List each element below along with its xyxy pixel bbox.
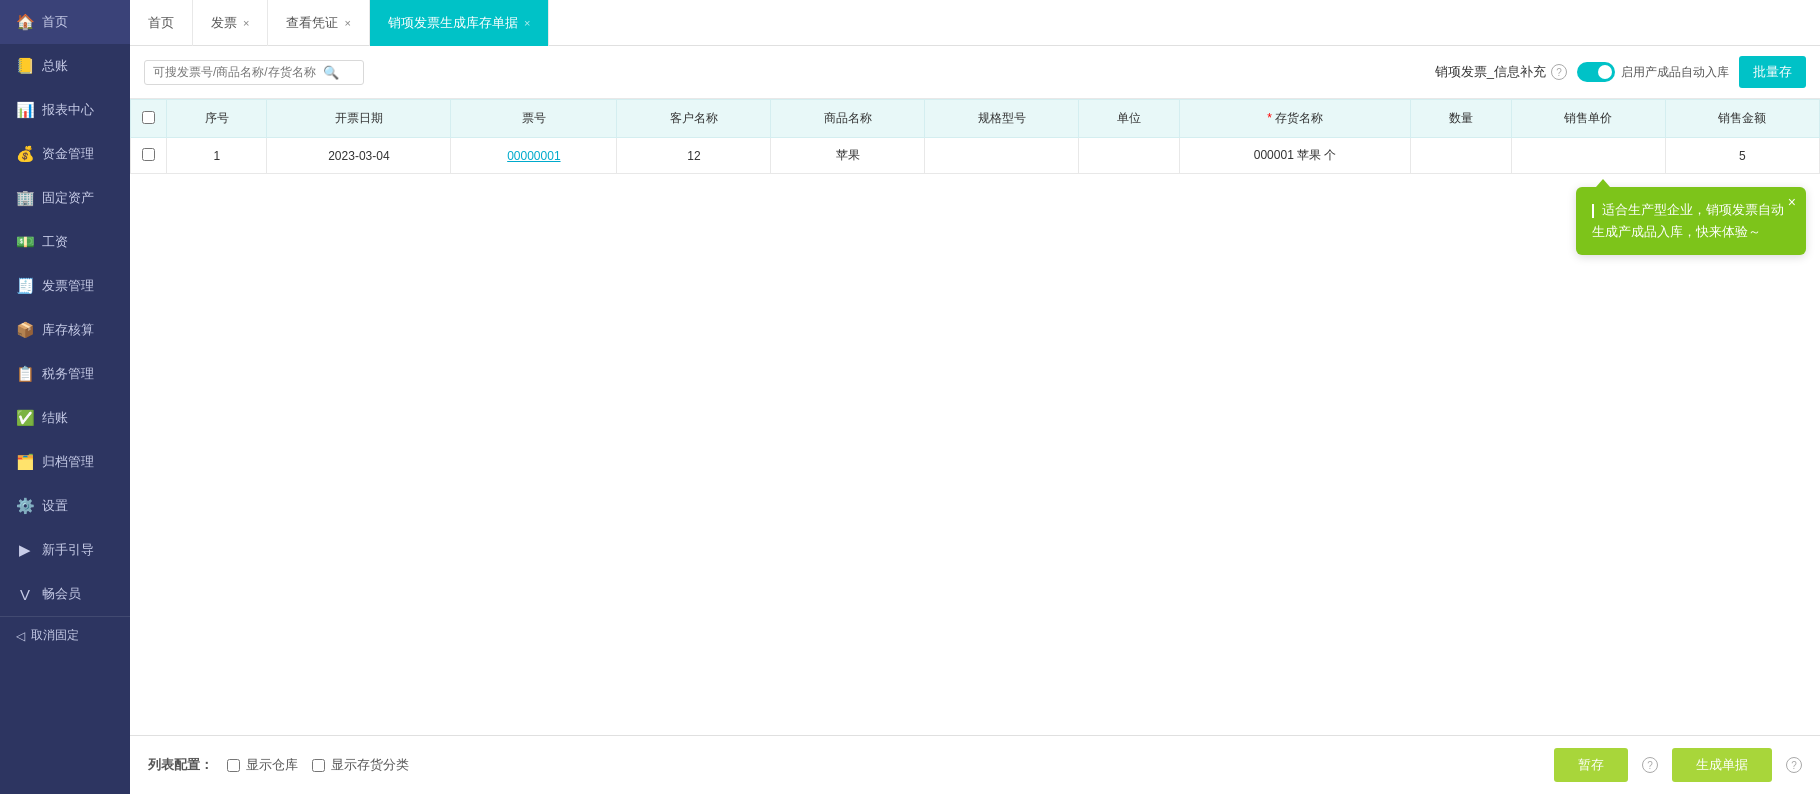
col-amount: 销售金额 — [1665, 100, 1819, 138]
col-seq: 序号 — [167, 100, 267, 138]
tab-sales-invoice[interactable]: 销项发票生成库存单据 × — [370, 0, 549, 46]
assets-icon: 🏢 — [16, 189, 34, 207]
row-model — [925, 138, 1079, 174]
sidebar-item-report-center[interactable]: 📊 报表中心 — [0, 88, 130, 132]
save-help-icon[interactable]: ? — [1642, 757, 1658, 773]
sidebar-item-fund-management[interactable]: 💰 资金管理 — [0, 132, 130, 176]
guide-icon: ▶ — [16, 541, 34, 559]
main-area: 首页 发票 × 查看凭证 × 销项发票生成库存单据 × 🔍 销项发票_信息补充 … — [130, 0, 1820, 794]
payroll-icon: 💵 — [16, 233, 34, 251]
save-button[interactable]: 暂存 — [1554, 748, 1628, 782]
show-category-checkbox[interactable] — [312, 759, 325, 772]
tab-invoice-close[interactable]: × — [243, 17, 249, 29]
col-model: 规格型号 — [925, 100, 1079, 138]
row-invoice-no[interactable]: 00000001 — [451, 138, 617, 174]
search-icon: 🔍 — [323, 65, 339, 80]
show-category-label: 显示存货分类 — [331, 756, 409, 774]
sidebar: 🏠 首页 📒 总账 📊 报表中心 💰 资金管理 🏢 固定资产 💵 工资 🧾 发票… — [0, 0, 130, 794]
row-amount: 5 — [1665, 138, 1819, 174]
col-product-name: 商品名称 — [771, 100, 925, 138]
sidebar-item-home[interactable]: 🏠 首页 — [0, 0, 130, 44]
tab-invoice[interactable]: 发票 × — [193, 0, 268, 46]
list-config-label: 列表配置： — [148, 756, 213, 774]
tab-bar: 首页 发票 × 查看凭证 × 销项发票生成库存单据 × — [130, 0, 1820, 46]
col-checkbox — [131, 100, 167, 138]
tooltip-close-button[interactable]: × — [1788, 195, 1796, 209]
row-inventory-name: 000001 苹果 个 — [1179, 138, 1411, 174]
info-label: 销项发票_信息补充 ? — [1435, 63, 1567, 81]
sidebar-item-invoice-management[interactable]: 🧾 发票管理 — [0, 264, 130, 308]
batch-save-button[interactable]: 批量存 — [1739, 56, 1806, 88]
row-unit-price — [1511, 138, 1665, 174]
show-category-group: 显示存货分类 — [312, 756, 409, 774]
tooltip-cursor — [1592, 204, 1594, 218]
sidebar-item-inventory[interactable]: 📦 库存核算 — [0, 308, 130, 352]
generate-help-icon[interactable]: ? — [1786, 757, 1802, 773]
col-inventory-name: 存货名称 — [1179, 100, 1411, 138]
pin-icon: ◁ — [16, 629, 25, 643]
invoice-icon: 🧾 — [16, 277, 34, 295]
sidebar-item-settlement[interactable]: ✅ 结账 — [0, 396, 130, 440]
tooltip-text: 适合生产型企业，销项发票自动生成产成品入库，快来体验～ — [1592, 202, 1784, 239]
row-customer: 12 — [617, 138, 771, 174]
tab-sales-invoice-close[interactable]: × — [524, 17, 530, 29]
row-product-name: 苹果 — [771, 138, 925, 174]
row-checkbox-cell — [131, 138, 167, 174]
inventory-icon: 📦 — [16, 321, 34, 339]
report-icon: 📊 — [16, 101, 34, 119]
row-quantity — [1411, 138, 1511, 174]
sidebar-item-settings[interactable]: ⚙️ 设置 — [0, 484, 130, 528]
sidebar-item-guide[interactable]: ▶ 新手引导 — [0, 528, 130, 572]
footer: 列表配置： 显示仓库 显示存货分类 暂存 ? 生成单据 ? — [130, 735, 1820, 794]
sidebar-item-general-ledger[interactable]: 📒 总账 — [0, 44, 130, 88]
content-area: 🔍 销项发票_信息补充 ? 启用产成品自动入库 批量存 — [130, 46, 1820, 794]
tab-voucher-close[interactable]: × — [344, 17, 350, 29]
col-unit-price: 销售单价 — [1511, 100, 1665, 138]
tax-icon: 📋 — [16, 365, 34, 383]
membership-icon: V — [16, 586, 34, 603]
data-table: 序号 开票日期 票号 客户名称 商品名称 规格型号 单位 存货名称 数量 销售单… — [130, 99, 1820, 174]
search-input[interactable] — [153, 65, 323, 79]
row-checkbox[interactable] — [142, 148, 155, 161]
tooltip: 适合生产型企业，销项发票自动生成产成品入库，快来体验～ × — [1576, 187, 1806, 255]
row-seq: 1 — [167, 138, 267, 174]
sidebar-item-archive[interactable]: 🗂️ 归档管理 — [0, 440, 130, 484]
sidebar-item-fixed-assets[interactable]: 🏢 固定资产 — [0, 176, 130, 220]
tab-voucher[interactable]: 查看凭证 × — [268, 0, 369, 46]
col-date: 开票日期 — [267, 100, 451, 138]
settlement-icon: ✅ — [16, 409, 34, 427]
sidebar-item-tax-management[interactable]: 📋 税务管理 — [0, 352, 130, 396]
show-warehouse-checkbox[interactable] — [227, 759, 240, 772]
generate-button[interactable]: 生成单据 — [1672, 748, 1772, 782]
sidebar-item-payroll[interactable]: 💵 工资 — [0, 220, 130, 264]
toggle-group: 启用产成品自动入库 — [1577, 62, 1729, 82]
search-box[interactable]: 🔍 — [144, 60, 364, 85]
col-invoice-no: 票号 — [451, 100, 617, 138]
tab-home[interactable]: 首页 — [130, 0, 193, 46]
archive-icon: 🗂️ — [16, 453, 34, 471]
show-warehouse-group: 显示仓库 — [227, 756, 298, 774]
settings-icon: ⚙️ — [16, 497, 34, 515]
ledger-icon: 📒 — [16, 57, 34, 75]
row-unit — [1079, 138, 1179, 174]
row-date: 2023-03-04 — [267, 138, 451, 174]
show-warehouse-label: 显示仓库 — [246, 756, 298, 774]
col-customer: 客户名称 — [617, 100, 771, 138]
sidebar-item-membership[interactable]: V 畅会员 — [0, 572, 130, 616]
sidebar-pin-button[interactable]: ◁ 取消固定 — [0, 616, 130, 654]
table-row: 1 2023-03-04 00000001 12 苹果 000001 苹果 个 … — [131, 138, 1820, 174]
toolbar: 🔍 销项发票_信息补充 ? 启用产成品自动入库 批量存 — [130, 46, 1820, 99]
home-icon: 🏠 — [16, 13, 34, 31]
table-wrap: 序号 开票日期 票号 客户名称 商品名称 规格型号 单位 存货名称 数量 销售单… — [130, 99, 1820, 735]
auto-stock-toggle[interactable] — [1577, 62, 1615, 82]
col-quantity: 数量 — [1411, 100, 1511, 138]
col-unit: 单位 — [1079, 100, 1179, 138]
info-icon[interactable]: ? — [1551, 64, 1567, 80]
select-all-checkbox[interactable] — [142, 111, 155, 124]
fund-icon: 💰 — [16, 145, 34, 163]
